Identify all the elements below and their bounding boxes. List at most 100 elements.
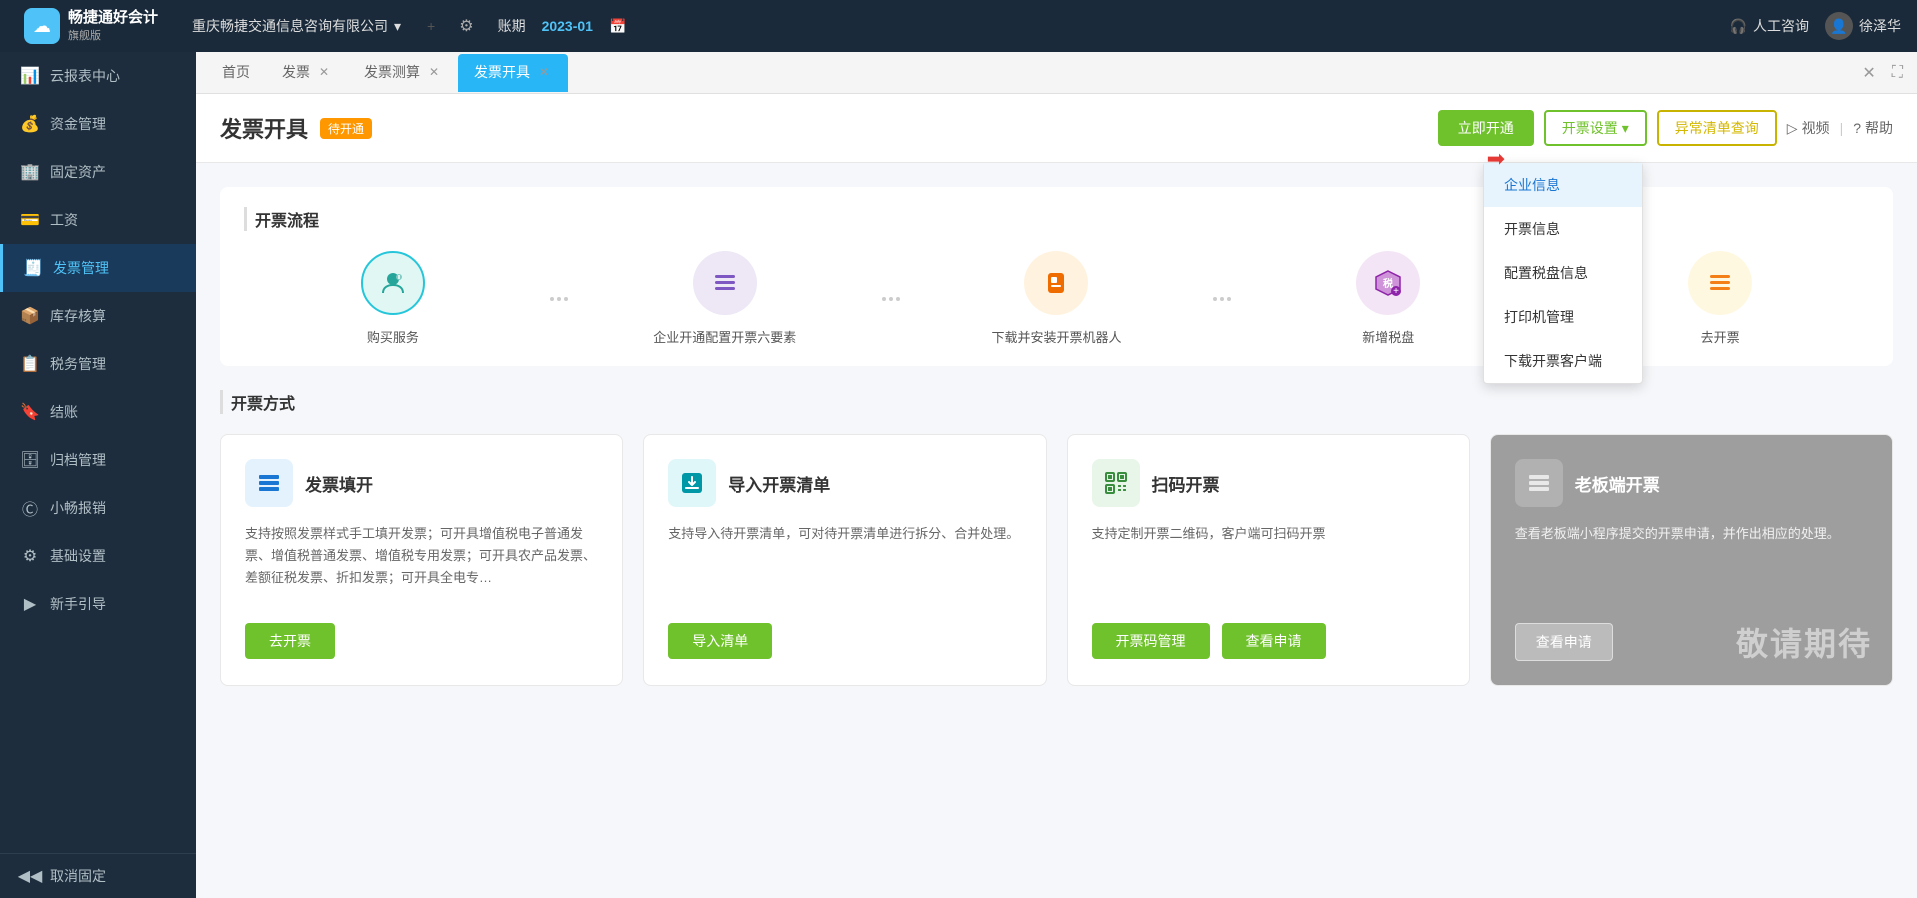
boss-view-apply-btn[interactable]: 查看申请	[1515, 623, 1613, 661]
go-invoice-btn[interactable]: 去开票	[245, 623, 335, 659]
flow-step-download: 下载并安装开票机器人	[908, 251, 1206, 346]
sidebar-label: 发票管理	[53, 258, 109, 278]
tab-invoice-test[interactable]: 发票测算 ✕	[348, 54, 458, 92]
sidebar-label: 取消固定	[50, 866, 106, 886]
step-icon-buy	[361, 251, 425, 315]
fixed-assets-icon: 🏢	[20, 162, 40, 182]
printer-label: 打印机管理	[1504, 309, 1574, 325]
dropdown-item-printer[interactable]: 打印机管理	[1484, 295, 1642, 339]
sidebar-item-report-sales[interactable]: Ⓒ 小畅报销	[0, 484, 196, 532]
method-footer: 去开票	[245, 623, 598, 659]
tab-invoice[interactable]: 发票 ✕	[266, 54, 348, 92]
sidebar-label: 归档管理	[50, 450, 106, 470]
payroll-icon: 💳	[20, 210, 40, 230]
sidebar-item-tax[interactable]: 📋 税务管理	[0, 340, 196, 388]
open-btn[interactable]: 立即开通	[1438, 110, 1534, 146]
tab-close-icon[interactable]: ✕	[536, 64, 552, 80]
tab-home[interactable]: 首页	[206, 54, 266, 92]
chevron-down-icon: ▾	[394, 18, 401, 35]
import-invoice-title: 导入开票清单	[728, 471, 830, 496]
scan-invoice-desc: 支持定制开票二维码，客户端可扫码开票	[1092, 523, 1445, 603]
step-label-download: 下载并安装开票机器人	[991, 327, 1121, 346]
step-label-buy: 购买服务	[367, 327, 419, 346]
tab-close-icon[interactable]: ✕	[426, 64, 442, 80]
sidebar-label: 工资	[50, 210, 78, 230]
sidebar-item-basic-settings[interactable]: ⚙ 基础设置	[0, 532, 196, 580]
boss-invoice-desc: 查看老板端小程序提交的开票申请，并作出相应的处理。	[1515, 523, 1868, 603]
tax-config-label: 配置税盘信息	[1504, 265, 1588, 281]
sidebar-item-cloud-report[interactable]: 📊 云报表中心	[0, 52, 196, 100]
sidebar-item-fund[interactable]: 💰 资金管理	[0, 100, 196, 148]
sidebar-item-unpin[interactable]: ◀◀ 取消固定	[0, 854, 196, 898]
abnormal-btn[interactable]: 异常清单查询	[1657, 110, 1777, 146]
sidebar-item-accounting[interactable]: 🔖 结账	[0, 388, 196, 436]
settings-btn[interactable]: 开票设置 ▾	[1544, 110, 1647, 146]
avatar: 👤	[1825, 12, 1853, 40]
dropdown-item-download-client[interactable]: 下载开票客户端	[1484, 339, 1642, 383]
sidebar-bottom: ◀◀ 取消固定	[0, 853, 196, 898]
maximize-tab-btn[interactable]: ⛶	[1888, 60, 1907, 86]
import-list-btn[interactable]: 导入清单	[668, 623, 772, 659]
method-header: 老板端开票	[1515, 459, 1868, 507]
method-card-scan: 扫码开票 支持定制开票二维码，客户端可扫码开票 开票码管理 查看申请	[1067, 434, 1470, 686]
chevron-down-icon: ▾	[1622, 120, 1629, 137]
guide-icon: ▶	[20, 594, 40, 614]
sidebar-item-fixed-assets[interactable]: 🏢 固定资产	[0, 148, 196, 196]
dropdown-item-invoice-info[interactable]: 开票信息	[1484, 207, 1642, 251]
inventory-icon: 📦	[20, 306, 40, 326]
methods-grid: 发票填开 支持按照发票样式手工填开发票；可开具增值税电子普通发票、增值税普通发票…	[220, 434, 1893, 686]
flow-connector	[874, 297, 908, 301]
logo-text-block: 畅捷通好会计 旗舰版	[68, 9, 158, 43]
disabled-overlay-text: 敬请期待	[1736, 619, 1872, 665]
tax-icon: 📋	[20, 354, 40, 374]
boss-invoice-title: 老板端开票	[1575, 471, 1660, 496]
sidebar-item-archive[interactable]: 🗄 归档管理	[0, 436, 196, 484]
method-header: 导入开票清单	[668, 459, 1021, 507]
method-card-boss: 老板端开票 查看老板端小程序提交的开票申请，并作出相应的处理。 查看申请 敬请期…	[1490, 434, 1893, 686]
sidebar-item-payroll[interactable]: 💳 工资	[0, 196, 196, 244]
sidebar-label: 库存核算	[50, 306, 106, 326]
methods-section-title: 开票方式	[220, 390, 1893, 414]
step-icon-config	[693, 251, 757, 315]
dropdown-item-tax-config[interactable]: 配置税盘信息	[1484, 251, 1642, 295]
tab-close-icon[interactable]: ✕	[316, 64, 332, 80]
unpin-icon: ◀◀	[20, 866, 40, 886]
cloud-report-icon: 📊	[20, 66, 40, 86]
company-selector[interactable]: 重庆畅捷交通信息咨询有限公司 ▾	[182, 10, 411, 42]
fill-invoice-icon	[245, 459, 293, 507]
sidebar-label: 云报表中心	[50, 66, 120, 86]
status-badge: 待开通	[320, 118, 372, 139]
consult-label: 人工咨询	[1753, 16, 1809, 36]
step-label-go-invoice: 去开票	[1701, 327, 1740, 346]
video-label: 视频	[1802, 118, 1830, 138]
top-right-actions: 🎧 人工咨询 👤 徐泽华	[1730, 12, 1901, 40]
sidebar-item-inventory[interactable]: 📦 库存核算	[0, 292, 196, 340]
user-name: 徐泽华	[1859, 16, 1901, 36]
calendar-icon[interactable]: 📅	[609, 18, 626, 35]
user-info[interactable]: 👤 徐泽华	[1825, 12, 1901, 40]
accounting-icon: 🔖	[20, 402, 40, 422]
logo-sub: 旗舰版	[68, 27, 158, 43]
video-btn[interactable]: ▷ 视频	[1787, 118, 1830, 138]
archive-icon: 🗄	[20, 450, 40, 470]
dropdown-item-company-info[interactable]: 企业信息	[1484, 163, 1642, 207]
tab-invoice-tool[interactable]: 发票开具 ✕	[458, 54, 568, 92]
company-name: 重庆畅捷交通信息咨询有限公司	[192, 16, 388, 36]
method-card-fill: 发票填开 支持按照发票样式手工填开发票；可开具增值税电子普通发票、增值税普通发票…	[220, 434, 623, 686]
separator: |	[1840, 120, 1844, 136]
scan-code-mgmt-btn[interactable]: 开票码管理	[1092, 623, 1210, 659]
method-footer: 导入清单	[668, 623, 1021, 659]
sidebar-label: 小畅报销	[50, 498, 106, 518]
tab-label: 发票开具	[474, 62, 530, 82]
view-apply-btn[interactable]: 查看申请	[1222, 623, 1326, 659]
sidebar-item-guide[interactable]: ▶ 新手引导	[0, 580, 196, 628]
sidebar: 📊 云报表中心 💰 资金管理 🏢 固定资产 💳 工资 🧾 发票管理 📦	[0, 52, 196, 898]
help-btn[interactable]: ? 帮助	[1853, 118, 1893, 138]
consult-button[interactable]: 🎧 人工咨询	[1730, 16, 1809, 36]
svg-text:+: +	[1393, 286, 1399, 297]
page-title: 发票开具	[220, 112, 308, 144]
close-tab-btn[interactable]: ✕	[1858, 59, 1879, 87]
sidebar-item-invoice[interactable]: 🧾 发票管理	[0, 244, 196, 292]
settings-icon[interactable]: ⚙	[451, 12, 481, 40]
import-invoice-desc: 支持导入待开票清单，可对待开票清单进行拆分、合并处理。	[668, 523, 1021, 603]
